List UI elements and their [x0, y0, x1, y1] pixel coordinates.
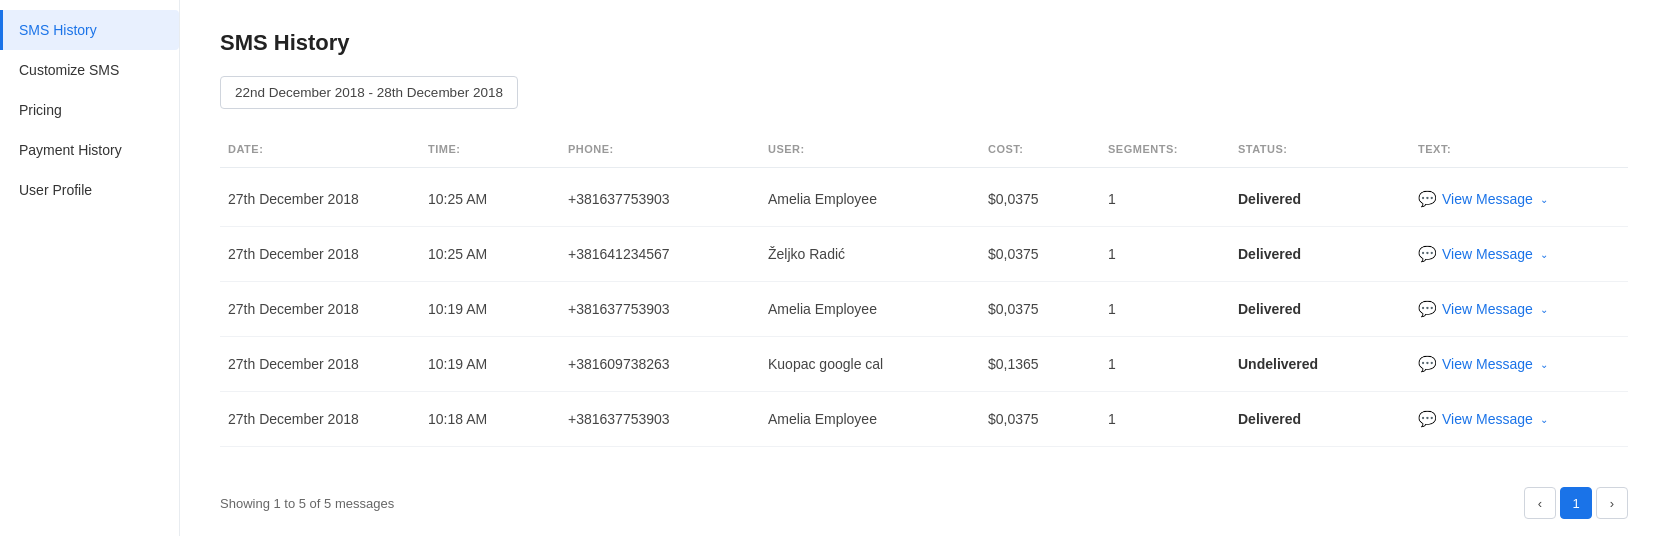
table-row: 27th December 2018 10:19 AM +38163775390…	[220, 282, 1628, 337]
chat-icon: 💬	[1418, 190, 1437, 208]
cell-date: 27th December 2018	[220, 187, 420, 211]
chevron-down-icon: ⌄	[1540, 359, 1548, 370]
cell-phone: +381637753903	[560, 187, 760, 211]
sidebar: SMS History Customize SMS Pricing Paymen…	[0, 0, 180, 536]
pagination-info: Showing 1 to 5 of 5 messages	[220, 496, 394, 511]
pagination-prev-button[interactable]: ‹	[1524, 487, 1556, 519]
date-filter-label: 22nd December 2018 - 28th December 2018	[235, 85, 503, 100]
view-message-label: View Message	[1442, 411, 1533, 427]
cell-user: Kuopac google cal	[760, 352, 980, 376]
chevron-down-icon: ⌄	[1540, 194, 1548, 205]
page-title: SMS History	[220, 30, 1628, 56]
sidebar-item-pricing[interactable]: Pricing	[0, 90, 179, 130]
cell-text: 💬 View Message ⌄	[1410, 351, 1628, 377]
pagination-bar: Showing 1 to 5 of 5 messages ‹ 1 ›	[220, 477, 1628, 519]
cell-segments: 1	[1100, 242, 1230, 266]
app-layout: SMS History Customize SMS Pricing Paymen…	[0, 0, 1668, 536]
table-body: 27th December 2018 10:25 AM +38163775390…	[220, 172, 1628, 447]
cell-segments: 1	[1100, 352, 1230, 376]
pagination-controls: ‹ 1 ›	[1524, 487, 1628, 519]
cell-cost: $0,0375	[980, 242, 1100, 266]
view-message-label: View Message	[1442, 191, 1533, 207]
cell-cost: $0,1365	[980, 352, 1100, 376]
pagination-next-button[interactable]: ›	[1596, 487, 1628, 519]
cell-user: Amelia Employee	[760, 187, 980, 211]
cell-time: 10:19 AM	[420, 352, 560, 376]
chevron-down-icon: ⌄	[1540, 249, 1548, 260]
chat-icon: 💬	[1418, 300, 1437, 318]
cell-cost: $0,0375	[980, 187, 1100, 211]
view-message-button[interactable]: 💬 View Message ⌄	[1418, 300, 1548, 318]
view-message-button[interactable]: 💬 View Message ⌄	[1418, 410, 1548, 428]
sms-table: DATE: TIME: PHONE: USER: COST: SEGMENTS:…	[220, 139, 1628, 447]
cell-user: Amelia Employee	[760, 297, 980, 321]
col-segments: SEGMENTS:	[1100, 139, 1230, 159]
col-text: TEXT:	[1410, 139, 1628, 159]
col-user: USER:	[760, 139, 980, 159]
cell-time: 10:19 AM	[420, 297, 560, 321]
chat-icon: 💬	[1418, 355, 1437, 373]
cell-status: Undelivered	[1230, 352, 1410, 376]
cell-date: 27th December 2018	[220, 407, 420, 431]
col-phone: PHONE:	[560, 139, 760, 159]
view-message-label: View Message	[1442, 246, 1533, 262]
chevron-down-icon: ⌄	[1540, 304, 1548, 315]
cell-time: 10:25 AM	[420, 242, 560, 266]
chevron-down-icon: ⌄	[1540, 414, 1548, 425]
cell-text: 💬 View Message ⌄	[1410, 241, 1628, 267]
cell-status: Delivered	[1230, 187, 1410, 211]
cell-status: Delivered	[1230, 242, 1410, 266]
cell-cost: $0,0375	[980, 407, 1100, 431]
cell-phone: +381637753903	[560, 297, 760, 321]
cell-time: 10:18 AM	[420, 407, 560, 431]
sidebar-item-customize-sms[interactable]: Customize SMS	[0, 50, 179, 90]
chat-icon: 💬	[1418, 245, 1437, 263]
col-date: DATE:	[220, 139, 420, 159]
cell-segments: 1	[1100, 187, 1230, 211]
sidebar-item-payment-history[interactable]: Payment History	[0, 130, 179, 170]
date-filter-input[interactable]: 22nd December 2018 - 28th December 2018	[220, 76, 518, 109]
view-message-button[interactable]: 💬 View Message ⌄	[1418, 190, 1548, 208]
cell-text: 💬 View Message ⌄	[1410, 406, 1628, 432]
col-time: TIME:	[420, 139, 560, 159]
table-header-row: DATE: TIME: PHONE: USER: COST: SEGMENTS:…	[220, 139, 1628, 168]
cell-text: 💬 View Message ⌄	[1410, 296, 1628, 322]
cell-status: Delivered	[1230, 407, 1410, 431]
view-message-label: View Message	[1442, 356, 1533, 372]
cell-date: 27th December 2018	[220, 352, 420, 376]
cell-user: Željko Radić	[760, 242, 980, 266]
view-message-button[interactable]: 💬 View Message ⌄	[1418, 245, 1548, 263]
cell-cost: $0,0375	[980, 297, 1100, 321]
sidebar-item-user-profile[interactable]: User Profile	[0, 170, 179, 210]
chat-icon: 💬	[1418, 410, 1437, 428]
col-status: STATUS:	[1230, 139, 1410, 159]
pagination-page-1-button[interactable]: 1	[1560, 487, 1592, 519]
table-row: 27th December 2018 10:18 AM +38163775390…	[220, 392, 1628, 447]
col-cost: COST:	[980, 139, 1100, 159]
cell-segments: 1	[1100, 407, 1230, 431]
table-row: 27th December 2018 10:25 AM +38163775390…	[220, 172, 1628, 227]
view-message-button[interactable]: 💬 View Message ⌄	[1418, 355, 1548, 373]
cell-status: Delivered	[1230, 297, 1410, 321]
cell-date: 27th December 2018	[220, 297, 420, 321]
cell-phone: +381637753903	[560, 407, 760, 431]
table-row: 27th December 2018 10:25 AM +38164123456…	[220, 227, 1628, 282]
cell-segments: 1	[1100, 297, 1230, 321]
cell-user: Amelia Employee	[760, 407, 980, 431]
cell-phone: +381609738263	[560, 352, 760, 376]
cell-date: 27th December 2018	[220, 242, 420, 266]
sidebar-item-sms-history[interactable]: SMS History	[0, 10, 179, 50]
table-row: 27th December 2018 10:19 AM +38160973826…	[220, 337, 1628, 392]
cell-time: 10:25 AM	[420, 187, 560, 211]
view-message-label: View Message	[1442, 301, 1533, 317]
cell-text: 💬 View Message ⌄	[1410, 186, 1628, 212]
cell-phone: +381641234567	[560, 242, 760, 266]
main-content: SMS History 22nd December 2018 - 28th De…	[180, 0, 1668, 536]
